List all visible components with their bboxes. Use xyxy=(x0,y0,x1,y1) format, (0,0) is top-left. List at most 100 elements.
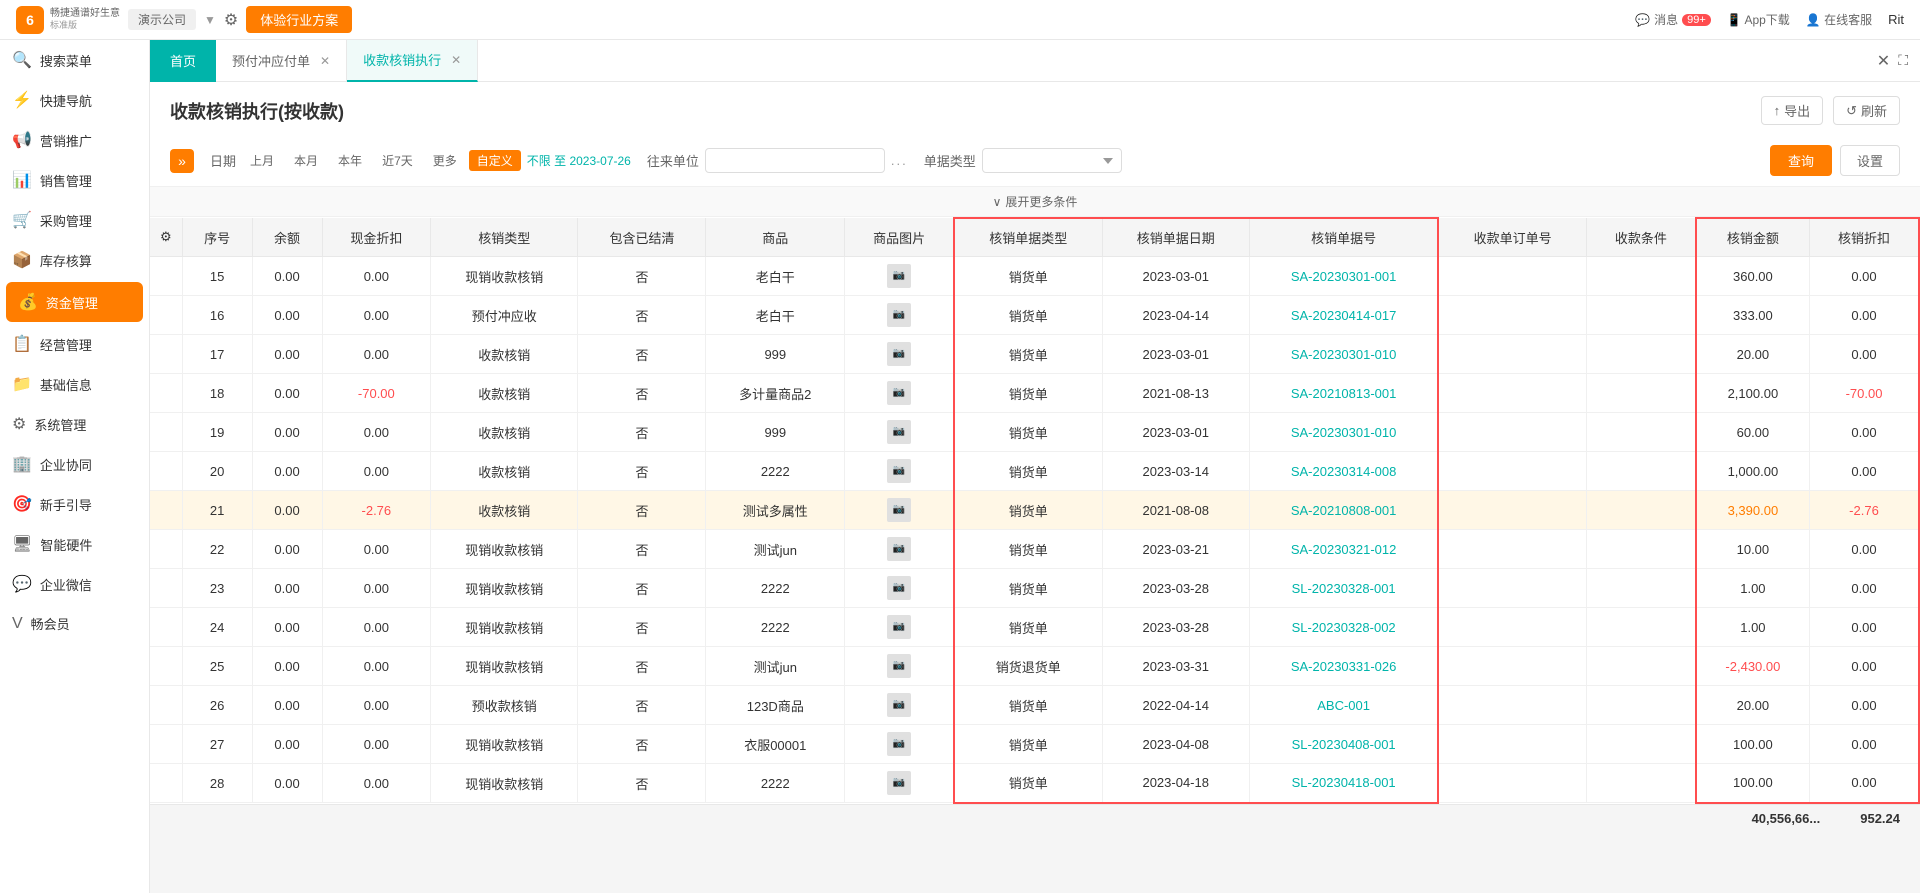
industry-btn[interactable]: 体验行业方案 xyxy=(246,6,352,33)
bill-type-select[interactable] xyxy=(982,148,1122,173)
td-bill-no[interactable]: SA-20230301-001 xyxy=(1249,257,1438,296)
fullscreen-icon[interactable]: ⛶ xyxy=(1898,52,1908,69)
td-bill-date: 2023-03-01 xyxy=(1102,257,1249,296)
table-wrapper[interactable]: ⚙ 序号 余额 现金折扣 核销类型 包含已结清 商品 商品图片 核销单据类型 核… xyxy=(150,217,1920,893)
bill-no-link[interactable]: SL-20230418-001 xyxy=(1292,775,1396,790)
sidebar-item-finance[interactable]: 💰 资金管理 xyxy=(6,282,143,322)
bill-no-link[interactable]: SA-20210813-001 xyxy=(1291,386,1397,401)
td-receipt-order-no xyxy=(1438,257,1586,296)
bill-no-link[interactable]: SA-20230321-012 xyxy=(1291,542,1397,557)
company-name[interactable]: 演示公司 xyxy=(128,9,196,30)
td-balance: 0.00 xyxy=(252,725,322,764)
sidebar-item-beginner[interactable]: 🎯 新手引导 xyxy=(0,484,149,524)
tab-prepay[interactable]: 预付冲应付单 ✕ xyxy=(216,40,347,82)
date-btn-prev-month[interactable]: 上月 xyxy=(242,150,282,171)
setting-btn[interactable]: 设置 xyxy=(1840,145,1900,176)
th-settings[interactable]: ⚙ xyxy=(150,218,182,257)
bill-no-link[interactable]: SA-20230301-010 xyxy=(1291,347,1397,362)
date-btn-curr-month[interactable]: 本月 xyxy=(286,150,326,171)
sidebar-label-member: 畅会员 xyxy=(31,614,70,633)
td-included-settled: 否 xyxy=(578,413,706,452)
td-bill-no[interactable]: SA-20230331-026 xyxy=(1249,647,1438,686)
sidebar-item-basic[interactable]: 📁 基础信息 xyxy=(0,364,149,404)
online-service-btn[interactable]: 👤 在线客服 xyxy=(1806,11,1872,28)
td-cash-discount: 0.00 xyxy=(322,764,431,803)
settings-icon[interactable]: ⚙ xyxy=(224,10,238,30)
td-writeoff-discount: -2.76 xyxy=(1810,491,1920,530)
sidebar-label-search: 搜索菜单 xyxy=(40,51,92,70)
bill-no-link[interactable]: SA-20230314-008 xyxy=(1291,464,1397,479)
td-bill-no[interactable]: SA-20230314-008 xyxy=(1249,452,1438,491)
bill-no-link[interactable]: SL-20230408-001 xyxy=(1292,737,1396,752)
tab-prepay-close[interactable]: ✕ xyxy=(320,54,330,68)
td-goods-image: 📷 xyxy=(845,647,954,686)
bill-no-link[interactable]: SL-20230328-001 xyxy=(1292,581,1396,596)
date-btn-custom[interactable]: 自定义 xyxy=(469,150,521,171)
td-no: 26 xyxy=(182,686,252,725)
sidebar-item-member[interactable]: V 畅会员 xyxy=(0,604,149,643)
sidebar-item-inventory[interactable]: 📦 库存核算 xyxy=(0,240,149,280)
sidebar-item-system[interactable]: ⚙ 系统管理 xyxy=(0,404,149,444)
date-btn-more[interactable]: 更多 xyxy=(425,150,465,171)
td-bill-no[interactable]: SL-20230328-002 xyxy=(1249,608,1438,647)
td-bill-type: 销货单 xyxy=(954,452,1102,491)
basic-icon: 📁 xyxy=(12,374,32,394)
td-writeoff-discount: 0.00 xyxy=(1810,725,1920,764)
td-bill-no[interactable]: ABC-001 xyxy=(1249,686,1438,725)
filter-expand-arrow[interactable]: » xyxy=(170,149,194,173)
td-receipt-order-no xyxy=(1438,725,1586,764)
app-download-btn[interactable]: 📱 App下载 xyxy=(1727,11,1790,28)
sidebar-item-sales[interactable]: 📊 销售管理 xyxy=(0,160,149,200)
dropdown-arrow[interactable]: ▼ xyxy=(204,13,216,27)
query-btn[interactable]: 查询 xyxy=(1770,145,1832,176)
sidebar-item-wechat[interactable]: 💬 企业微信 xyxy=(0,564,149,604)
td-bill-date: 2023-03-21 xyxy=(1102,530,1249,569)
messages-btn[interactable]: 💬 消息 99+ xyxy=(1635,11,1711,28)
td-no: 24 xyxy=(182,608,252,647)
date-btn-7days[interactable]: 近7天 xyxy=(374,150,421,171)
td-bill-no[interactable]: SA-20230301-010 xyxy=(1249,413,1438,452)
td-bill-no[interactable]: SL-20230408-001 xyxy=(1249,725,1438,764)
bill-no-link[interactable]: SA-20230331-026 xyxy=(1291,659,1397,674)
td-receipt-cond xyxy=(1586,647,1695,686)
sidebar-item-quick-nav[interactable]: ⚡ 快捷导航 xyxy=(0,80,149,120)
date-buttons: 上月 本月 本年 近7天 更多 自定义 xyxy=(242,150,521,171)
refresh-btn[interactable]: ↺ 刷新 xyxy=(1833,96,1900,125)
bill-no-link[interactable]: SA-20230301-001 xyxy=(1291,269,1397,284)
sidebar-item-smart-hw[interactable]: 🖥 智能硬件 xyxy=(0,524,149,564)
tab-receipt-writeoff-close[interactable]: ✕ xyxy=(451,53,461,67)
tab-receipt-writeoff[interactable]: 收款核销执行 ✕ xyxy=(347,40,478,82)
bill-no-link[interactable]: SL-20230328-002 xyxy=(1292,620,1396,635)
td-bill-no[interactable]: SA-20230414-017 xyxy=(1249,296,1438,335)
date-btn-curr-year[interactable]: 本年 xyxy=(330,150,370,171)
sidebar-item-marketing[interactable]: 📢 营销推广 xyxy=(0,120,149,160)
sidebar-item-corp[interactable]: 🏢 企业协同 xyxy=(0,444,149,484)
bill-no-link[interactable]: SA-20230414-017 xyxy=(1291,308,1397,323)
bill-no-link[interactable]: SA-20210808-001 xyxy=(1291,503,1397,518)
td-bill-no[interactable]: SA-20230321-012 xyxy=(1249,530,1438,569)
td-included-settled: 否 xyxy=(578,452,706,491)
partner-dots[interactable]: ... xyxy=(891,153,908,168)
partner-input[interactable] xyxy=(705,148,885,173)
td-bill-no[interactable]: SA-20230301-010 xyxy=(1249,335,1438,374)
td-bill-no[interactable]: SL-20230328-001 xyxy=(1249,569,1438,608)
close-window-icon[interactable]: ✕ xyxy=(1877,51,1890,71)
th-bill-no: 核销单据号 xyxy=(1249,218,1438,257)
sidebar-item-ops[interactable]: 📋 经营管理 xyxy=(0,324,149,364)
sidebar-item-purchase[interactable]: 🛒 采购管理 xyxy=(0,200,149,240)
td-bill-no[interactable]: SA-20210813-001 xyxy=(1249,374,1438,413)
sidebar-item-search-menu[interactable]: 🔍 搜索菜单 xyxy=(0,40,149,80)
td-balance: 0.00 xyxy=(252,491,322,530)
td-bill-type: 销货单 xyxy=(954,257,1102,296)
td-bill-no[interactable]: SL-20230418-001 xyxy=(1249,764,1438,803)
td-writeoff-amount: 1.00 xyxy=(1696,608,1810,647)
td-receipt-cond xyxy=(1586,608,1695,647)
expand-more-btn[interactable]: ∨ 展开更多条件 xyxy=(993,193,1078,210)
bill-no-link[interactable]: ABC-001 xyxy=(1317,698,1370,713)
export-btn[interactable]: ↑ 导出 xyxy=(1761,96,1824,125)
tab-home[interactable]: 首页 xyxy=(150,40,216,82)
td-bill-no[interactable]: SA-20210808-001 xyxy=(1249,491,1438,530)
chevron-down-icon: ∨ xyxy=(993,195,1002,209)
bill-no-link[interactable]: SA-20230301-010 xyxy=(1291,425,1397,440)
table-row: 15 0.00 0.00 现销收款核销 否 老白干 📷 销货单 2023-03-… xyxy=(150,257,1919,296)
